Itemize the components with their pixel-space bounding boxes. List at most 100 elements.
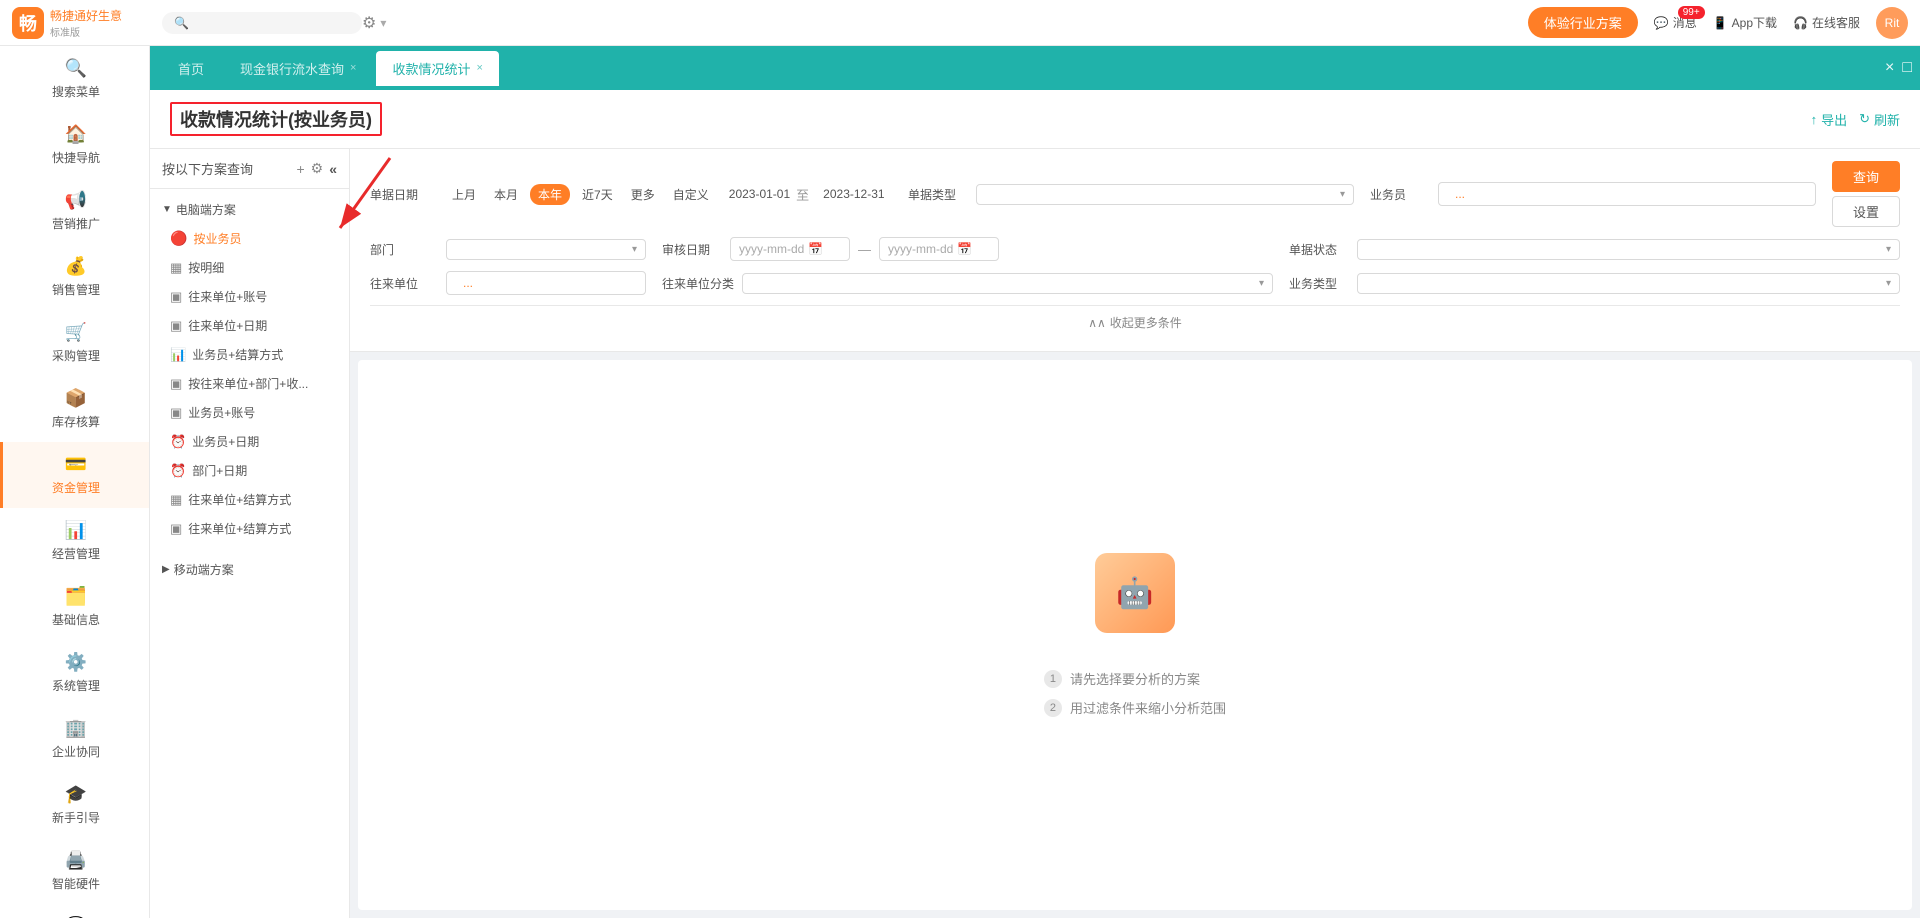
tab-collection-stat[interactable]: 收款情况统计× <box>376 51 498 86</box>
sidebar-item-guide[interactable]: 🎓 新手引导 <box>0 772 149 838</box>
date-range-to: 2023-12-31 <box>823 187 884 201</box>
export-icon: ↑ <box>1811 112 1818 127</box>
query-btn[interactable]: 查询 <box>1832 161 1900 192</box>
empty-hint: 1 请先选择要分析的方案 2 用过滤条件来缩小分析范围 <box>1044 669 1226 717</box>
partner-more-btn[interactable]: ... <box>463 276 473 290</box>
tab-home[interactable]: 首页 <box>162 51 220 86</box>
partner-category-group: 往来单位分类 ▾ <box>662 273 1273 294</box>
partner-category-arrow: ▾ <box>1259 278 1264 289</box>
dept-date-icon: ⏰ <box>170 463 186 479</box>
sidebar-item-enterprise[interactable]: 🏢 企业协同 <box>0 706 149 772</box>
calendar-icon-to: 📅 <box>957 242 972 256</box>
dept-select[interactable]: ▾ <box>446 239 646 260</box>
tab-label-bank-flow: 现金银行流水查询 <box>240 59 344 78</box>
operation-icon: 📊 <box>65 520 87 541</box>
scheme-item-partner-method1[interactable]: ▦ 往来单位+结算方式 <box>150 485 349 514</box>
desktop-scheme-group: ▼ 电脑端方案 🔴 按业务员 ▦ 按明细 ▣ 往来单位+账号 ▣ 往来单位+日期… <box>150 189 349 549</box>
action-btns: 查询 设置 <box>1832 161 1900 227</box>
panel-header: 按以下方案查询 + ⚙ « <box>150 149 349 189</box>
sidebar-label-guide: 新手引导 <box>52 809 100 826</box>
btn-last-month[interactable]: 上月 <box>446 184 482 205</box>
scheme-item-dept-date[interactable]: ⏰ 部门+日期 <box>150 456 349 485</box>
doc-status-group: 单据状态 ▾ <box>1289 239 1900 260</box>
sidebar-item-purchase[interactable]: 🛒 采购管理 <box>0 310 149 376</box>
sidebar-item-quick-nav[interactable]: 🏠 快捷导航 <box>0 112 149 178</box>
sidebar-item-basic-info[interactable]: 🗂️ 基础信息 <box>0 574 149 640</box>
top-dropdown-icon[interactable]: ▾ <box>380 16 386 30</box>
audit-from-input[interactable]: yyyy-mm-dd 📅 <box>730 237 850 261</box>
scheme-item-salesman-date[interactable]: ⏰ 业务员+日期 <box>150 427 349 456</box>
audit-to-input[interactable]: yyyy-mm-dd 📅 <box>879 237 999 261</box>
collapse-more-btn[interactable]: ∧∧ 收起更多条件 <box>370 305 1900 339</box>
doc-status-select[interactable]: ▾ <box>1357 239 1900 260</box>
tabs-right: × □ <box>1885 59 1912 77</box>
salesman-more-btn[interactable]: ... <box>1455 187 1465 201</box>
top-right: 体验行业方案 💬 消息 99+ 📱 App下载 🎧 在线客服 Rit <box>1528 7 1908 39</box>
salesman-date-icon: ⏰ <box>170 434 186 450</box>
scheme-item-partner-date[interactable]: ▣ 往来单位+日期 <box>150 311 349 340</box>
mobile-group-label: 移动端方案 <box>174 561 234 578</box>
biz-type-select[interactable]: ▾ <box>1357 273 1900 294</box>
salesman-select[interactable]: ... <box>1438 182 1816 206</box>
marketing-icon: 📢 <box>65 190 87 211</box>
window-max-icon[interactable]: □ <box>1902 59 1912 77</box>
sidebar-item-smart-hw[interactable]: 🖨️ 智能硬件 <box>0 838 149 904</box>
message-btn[interactable]: 💬 消息 99+ <box>1654 14 1697 31</box>
scheme-item-salesman-method[interactable]: 📊 业务员+结算方式 <box>150 340 349 369</box>
hint-text-1: 请先选择要分析的方案 <box>1070 669 1200 688</box>
panel-collapse-btn[interactable]: « <box>329 161 337 177</box>
app-download-btn[interactable]: 📱 App下载 <box>1713 14 1777 31</box>
partner-select[interactable]: ... <box>446 271 646 295</box>
export-btn[interactable]: ↑ 导出 <box>1811 110 1848 129</box>
sidebar-item-wechat[interactable]: 💬 企业微信 <box>0 904 149 918</box>
scheme-item-partner-method2[interactable]: ▣ 往来单位+结算方式 <box>150 514 349 543</box>
btn-this-month[interactable]: 本月 <box>488 184 524 205</box>
scheme-label-partner-method2: 往来单位+结算方式 <box>188 520 291 537</box>
scheme-label-salesman-account: 业务员+账号 <box>188 404 255 421</box>
scheme-item-salesman-account[interactable]: ▣ 业务员+账号 <box>150 398 349 427</box>
partner-category-label: 往来单位分类 <box>662 275 734 292</box>
sidebar-item-sys-mgmt[interactable]: ⚙️ 系统管理 <box>0 640 149 706</box>
user-area[interactable]: Rit <box>1876 7 1908 39</box>
mobile-group-title[interactable]: ▶ 移动端方案 <box>150 555 349 584</box>
online-service-btn[interactable]: 🎧 在线客服 <box>1793 14 1860 31</box>
audit-date-group: 审核日期 yyyy-mm-dd 📅 — yyyy-mm-dd 📅 <box>662 237 1273 261</box>
refresh-btn[interactable]: ↻ 刷新 <box>1859 110 1900 129</box>
sidebar-item-inventory[interactable]: 📦 库存核算 <box>0 376 149 442</box>
top-search-bar[interactable]: 🔍 <box>162 12 362 34</box>
tab-close-collection-stat[interactable]: × <box>476 62 482 74</box>
sidebar-label-enterprise: 企业协同 <box>52 743 100 760</box>
main-content: 首页现金银行流水查询×收款情况统计× × □ 收款情况统计(按业务员) ↑ 导出… <box>150 46 1920 918</box>
hint-num-1: 1 <box>1044 670 1062 688</box>
scheme-item-by-salesman[interactable]: 🔴 按业务员 <box>150 224 349 253</box>
sidebar-item-finance[interactable]: 💳 资金管理 <box>0 442 149 508</box>
sidebar-label-search-menu: 搜索菜单 <box>52 83 100 100</box>
doc-type-select[interactable]: ▾ <box>976 184 1354 205</box>
trial-btn[interactable]: 体验行业方案 <box>1528 7 1638 38</box>
btn-custom[interactable]: 自定义 <box>667 184 715 205</box>
gear-icon[interactable]: ⚙ <box>362 13 376 33</box>
scheme-item-partner-account[interactable]: ▣ 往来单位+账号 <box>150 282 349 311</box>
scheme-item-by-partner-dept[interactable]: ▣ 按往来单位+部门+收... <box>150 369 349 398</box>
settings-btn[interactable]: 设置 <box>1832 196 1900 227</box>
sidebar-item-sales[interactable]: 💰 销售管理 <box>0 244 149 310</box>
desktop-group-title[interactable]: ▼ 电脑端方案 <box>150 195 349 224</box>
panel-add-btn[interactable]: + <box>296 161 304 177</box>
scheme-item-by-detail[interactable]: ▦ 按明细 <box>150 253 349 282</box>
tab-bank-flow[interactable]: 现金银行流水查询 × <box>224 51 372 86</box>
panel-settings-btn[interactable]: ⚙ <box>311 160 324 177</box>
tab-close-bank-flow[interactable]: × <box>350 62 356 74</box>
sidebar-item-search-menu[interactable]: 🔍 搜索菜单 <box>0 46 149 112</box>
partner-date-icon: ▣ <box>170 318 182 334</box>
sidebar-item-operation[interactable]: 📊 经营管理 <box>0 508 149 574</box>
btn-more[interactable]: 更多 <box>625 184 661 205</box>
partner-category-select[interactable]: ▾ <box>742 273 1273 294</box>
sidebar-item-marketing[interactable]: 📢 营销推广 <box>0 178 149 244</box>
window-close-icon[interactable]: × <box>1885 59 1894 77</box>
btn-last-7[interactable]: 近7天 <box>576 184 619 205</box>
doc-type-group: 单据类型 ▾ <box>908 184 1354 205</box>
sidebar-label-basic-info: 基础信息 <box>52 611 100 628</box>
message-icon: 💬 <box>1654 16 1669 30</box>
headset-icon: 🎧 <box>1793 16 1808 30</box>
btn-this-year[interactable]: 本年 <box>530 184 570 205</box>
